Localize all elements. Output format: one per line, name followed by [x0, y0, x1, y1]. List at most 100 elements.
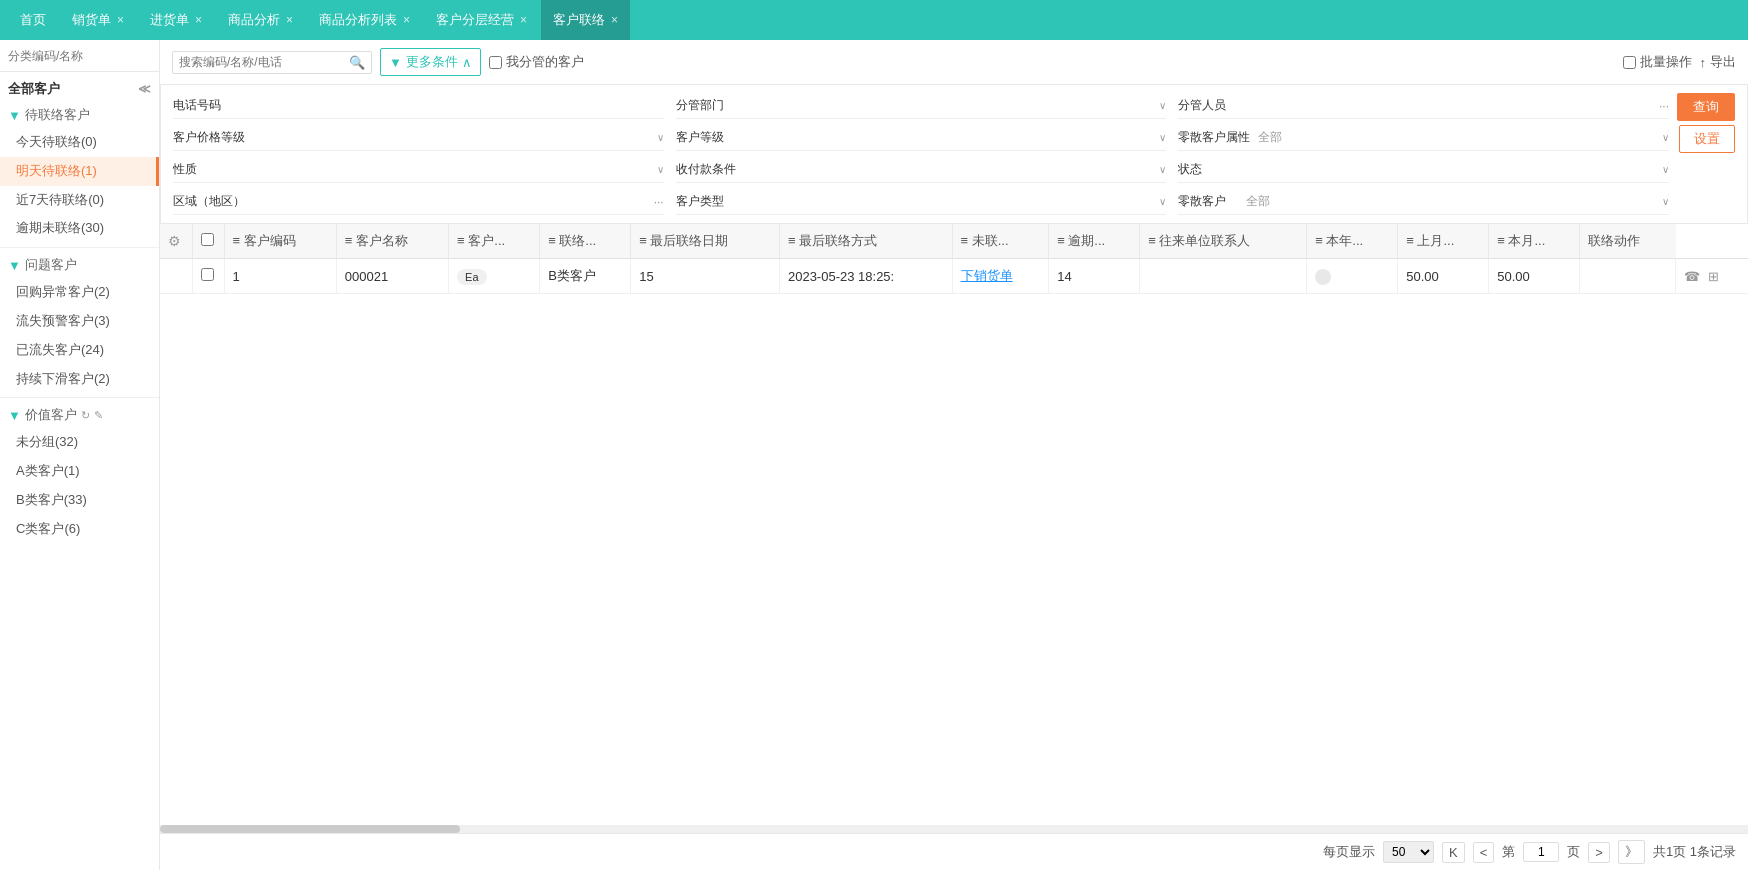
page-size-select[interactable]: 50 100 200: [1383, 841, 1434, 863]
filter-retail-attr-value[interactable]: 全部: [1258, 129, 1658, 146]
filter-customer-level: 客户等级 ∨: [676, 125, 1167, 151]
filter-customer-level-arrow: ∨: [1159, 132, 1166, 143]
col-action-label: 联络动作: [1588, 233, 1640, 248]
nav-sales-close[interactable]: ×: [117, 13, 124, 27]
filter-manager-dots[interactable]: ···: [1659, 99, 1669, 113]
my-customer-checkbox-wrap[interactable]: 我分管的客户: [489, 53, 584, 71]
action-grid-icon[interactable]: ⊞: [1708, 269, 1719, 284]
filter-phone-label: 电话号码: [173, 97, 233, 114]
query-button[interactable]: 查询: [1677, 93, 1735, 121]
search-icon[interactable]: 🔍: [349, 55, 365, 70]
nav-customer-contact-close[interactable]: ×: [611, 13, 618, 27]
content-area: 🔍 ▼ 更多条件 ∧ 我分管的客户 批量操作 ↑ 导出: [160, 40, 1748, 870]
nav-customer-contact[interactable]: 客户联络 ×: [541, 0, 630, 40]
row-select-checkbox[interactable]: [201, 268, 214, 281]
table-body: 1 000021 Ea B类客户 15 2023-05-23 18:25: 下销…: [160, 259, 1748, 294]
col-last-method-label: ≡ 最后联络方式: [788, 233, 877, 248]
nav-product-analysis-close[interactable]: ×: [286, 13, 293, 27]
col-this-month-label: ≡ 本月...: [1497, 233, 1545, 248]
set-button[interactable]: 设置: [1679, 125, 1735, 153]
search-input[interactable]: [179, 55, 349, 69]
row-last-method[interactable]: 下销货单: [952, 259, 1049, 294]
top-nav: 首页 销货单 × 进货单 × 商品分析 × 商品分析列表 × 客户分层经营 × …: [0, 0, 1748, 40]
col-category: ≡ 客户...: [449, 224, 540, 259]
prev-page-button[interactable]: <: [1473, 842, 1495, 863]
filter-price-level: 客户价格等级 ∨: [173, 125, 664, 151]
sidebar-group-value-icon1[interactable]: ↻: [81, 409, 90, 422]
select-all-checkbox[interactable]: [201, 233, 214, 246]
filter-region-label: 区域（地区）: [173, 193, 245, 210]
total-records-label: 共1页 1条记录: [1653, 843, 1736, 861]
nav-product-list-close[interactable]: ×: [403, 13, 410, 27]
action-call-icon[interactable]: ☎: [1684, 269, 1700, 284]
col-checkbox[interactable]: [192, 224, 224, 259]
sidebar-item-churn-warning[interactable]: 流失预警客户(3): [0, 307, 159, 336]
sidebar-collapse-icon[interactable]: ≪: [138, 82, 151, 96]
col-name: ≡ 客户名称: [336, 224, 448, 259]
scrollbar-thumb[interactable]: [160, 825, 460, 833]
nav-sales-label: 销货单: [72, 11, 111, 29]
last-method-link[interactable]: 下销货单: [961, 268, 1013, 283]
nav-product-analysis[interactable]: 商品分析 ×: [216, 0, 305, 40]
row-index: 1: [224, 259, 336, 294]
sidebar-item-overdue[interactable]: 逾期未联络(30): [0, 214, 159, 243]
nav-customer-layered-close[interactable]: ×: [520, 13, 527, 27]
sidebar-item-declining[interactable]: 持续下滑客户(2): [0, 365, 159, 394]
filter-nature-arrow: ∨: [657, 164, 664, 175]
first-page-button[interactable]: K: [1442, 842, 1465, 863]
col-category-label: ≡ 客户...: [457, 233, 505, 248]
nav-sales[interactable]: 销货单 ×: [60, 0, 136, 40]
search-input-wrap: 🔍: [172, 51, 372, 74]
nav-product-list[interactable]: 商品分析列表 ×: [307, 0, 422, 40]
batch-button[interactable]: 批量操作: [1623, 53, 1692, 71]
row-this-year: 50.00: [1398, 259, 1489, 294]
row-checkbox[interactable]: [192, 259, 224, 294]
sidebar-item-ungrouped[interactable]: 未分组(32): [0, 428, 159, 457]
sidebar-item-repurchase-abnormal[interactable]: 回购异常客户(2): [0, 278, 159, 307]
sidebar-item-7days[interactable]: 近7天待联络(0): [0, 186, 159, 215]
sidebar-group-value[interactable]: ▼ 价值客户 ↻ ✎: [0, 402, 159, 428]
nav-purchase[interactable]: 进货单 ×: [138, 0, 214, 40]
more-filter-button[interactable]: ▼ 更多条件 ∧: [380, 48, 481, 76]
filter-action-col: 查询 设置: [1669, 93, 1735, 215]
col-gear[interactable]: ⚙: [160, 224, 192, 259]
search-bar-right: 批量操作 ↑ 导出: [1623, 53, 1737, 71]
row-gear: [160, 259, 192, 294]
row-action[interactable]: ☎ ⊞: [1676, 259, 1748, 294]
col-last-month: ≡ 上月...: [1398, 224, 1489, 259]
batch-checkbox[interactable]: [1623, 56, 1636, 69]
sidebar-group-value-icon2[interactable]: ✎: [94, 409, 103, 422]
sidebar-item-classA[interactable]: A类客户(1): [0, 457, 159, 486]
gear-icon[interactable]: ⚙: [168, 233, 181, 249]
sidebar-item-classB[interactable]: B类客户(33): [0, 486, 159, 515]
last-page-button[interactable]: 》: [1618, 840, 1645, 864]
nav-home[interactable]: 首页: [8, 0, 58, 40]
sidebar-group-problem-label: 问题客户: [25, 256, 77, 274]
page-input[interactable]: [1523, 842, 1559, 862]
col-not-contact-label: ≡ 未联...: [961, 233, 1009, 248]
filter-region-dots[interactable]: ···: [654, 195, 664, 209]
nav-customer-layered-label: 客户分层经营: [436, 11, 514, 29]
filter-manager-label: 分管人员: [1178, 97, 1238, 114]
sidebar-item-churned[interactable]: 已流失客户(24): [0, 336, 159, 365]
sidebar-item-classC[interactable]: C类客户(6): [0, 515, 159, 544]
nav-purchase-close[interactable]: ×: [195, 13, 202, 27]
sidebar-group-problem-arrow: ▼: [8, 258, 21, 273]
sidebar-search-input[interactable]: [8, 49, 158, 63]
nav-customer-layered[interactable]: 客户分层经营 ×: [424, 0, 539, 40]
filter-customer-type-label: 客户类型: [676, 193, 736, 210]
sidebar-item-tomorrow[interactable]: 明天待联络(1): [0, 157, 159, 186]
page-label: 第: [1502, 843, 1515, 861]
row-name: Ea: [449, 259, 540, 294]
sidebar-item-today[interactable]: 今天待联络(0): [0, 128, 159, 157]
my-customer-checkbox[interactable]: [489, 56, 502, 69]
nav-product-list-label: 商品分析列表: [319, 11, 397, 29]
export-label: 导出: [1710, 53, 1736, 71]
sidebar-group-pending[interactable]: ▼ 待联络客户: [0, 102, 159, 128]
sidebar-group-problem[interactable]: ▼ 问题客户: [0, 252, 159, 278]
horizontal-scrollbar[interactable]: [160, 825, 1748, 833]
export-button[interactable]: ↑ 导出: [1700, 53, 1737, 71]
next-page-button[interactable]: >: [1588, 842, 1610, 863]
col-name-label: ≡ 客户名称: [345, 233, 408, 248]
filter-retail-customer-value[interactable]: 全部: [1246, 193, 1658, 210]
